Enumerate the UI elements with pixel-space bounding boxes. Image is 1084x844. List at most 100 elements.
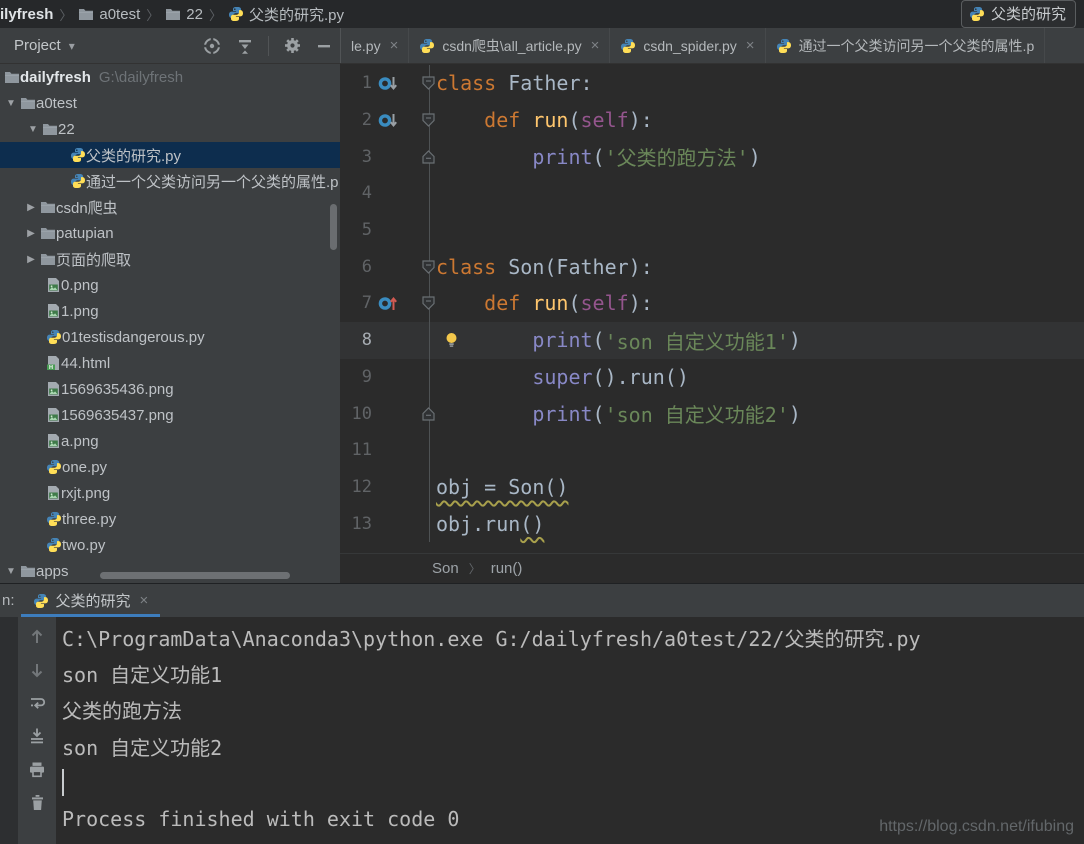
tree-item[interactable]: a.png [0, 428, 340, 454]
tree-item[interactable]: ▶ patupian [0, 220, 340, 246]
tree-item[interactable]: three.py [0, 506, 340, 532]
code-line[interactable]: 11 [340, 431, 1084, 469]
up-arrow-icon[interactable] [27, 627, 47, 647]
clear-icon[interactable] [27, 792, 47, 812]
line-number[interactable]: 6 [340, 257, 378, 277]
project-tool-window-header[interactable]: Project ▾ [0, 28, 340, 63]
tree-item[interactable]: H 44.html [0, 350, 340, 376]
code-line[interactable]: 6 class Son(Father): [340, 248, 1084, 286]
editor-tab[interactable]: csdn爬虫\all_article.py × [409, 28, 611, 63]
code-line[interactable]: 3 print('父类的跑方法') [340, 138, 1084, 176]
line-number[interactable]: 11 [340, 440, 378, 460]
line-number[interactable]: 5 [340, 220, 378, 240]
code-line[interactable]: 5 [340, 211, 1084, 249]
code-area[interactable]: 1 class Father: 2 def run(self): 3 print('父… [340, 64, 1084, 553]
intention-bulb-icon[interactable] [444, 332, 459, 349]
code-text[interactable]: print('son 自定义功能2') [430, 395, 1084, 432]
breadcrumb-item[interactable]: 22 [165, 6, 203, 23]
code-line[interactable]: 7 def run(self): [340, 285, 1084, 322]
console-output[interactable]: C:\ProgramData\Anaconda3\python.exe G:/d… [56, 617, 1084, 844]
code-text[interactable]: class Father: [430, 65, 1084, 102]
code-line[interactable]: 1 class Father: [340, 65, 1084, 102]
code-text[interactable]: obj = Son() [430, 469, 1084, 506]
tree-vertical-scrollbar[interactable] [330, 204, 337, 250]
tree-item[interactable]: ▼ apps [0, 558, 340, 583]
tree-item[interactable]: ▼ a0test [0, 90, 340, 116]
line-number[interactable]: 12 [340, 477, 378, 497]
code-line[interactable]: 8 print('son 自定义功能1') [340, 321, 1084, 359]
code-line[interactable]: 2 def run(self): [340, 101, 1084, 139]
locate-icon[interactable] [202, 36, 222, 56]
editor-tab[interactable]: le.py × [341, 28, 410, 63]
chevron-expanded-icon[interactable]: ▼ [2, 98, 20, 109]
code-line[interactable]: 12 obj = Son() [340, 468, 1084, 506]
code-text[interactable]: class Son(Father): [430, 248, 1084, 285]
soft-wrap-icon[interactable] [27, 693, 47, 713]
editor-tab[interactable]: 通过一个父类访问另一个父类的属性.p [766, 28, 1046, 63]
line-number[interactable]: 13 [340, 514, 378, 534]
gear-icon[interactable] [283, 36, 302, 55]
code-text[interactable]: obj.run() [430, 505, 1084, 542]
chevron-down-icon[interactable]: ▾ [69, 39, 75, 53]
breadcrumb-item[interactable]: a0test [78, 6, 140, 23]
chevron-collapsed-icon[interactable]: ▶ [22, 202, 40, 213]
tree-item[interactable]: 通过一个父类访问另一个父类的属性.p [0, 168, 340, 194]
print-icon[interactable] [27, 759, 47, 779]
code-text[interactable]: print('父类的跑方法') [430, 138, 1084, 175]
code-text[interactable]: print('son 自定义功能1') [430, 322, 1084, 359]
line-number[interactable]: 8 [340, 330, 378, 350]
tree-item[interactable]: rxjt.png [0, 480, 340, 506]
code-text[interactable]: def run(self): [430, 102, 1084, 139]
breadcrumb-item[interactable]: ilyfresh [0, 6, 53, 23]
tree-item[interactable]: 01testisdangerous.py [0, 324, 340, 350]
tree-item[interactable]: 1569635436.png [0, 376, 340, 402]
chevron-expanded-icon[interactable]: ▼ [2, 566, 20, 577]
code-line[interactable]: 9 super ().run() [340, 358, 1084, 396]
code-line[interactable]: 4 [340, 175, 1084, 212]
close-icon[interactable]: × [140, 592, 149, 609]
close-icon[interactable]: × [591, 37, 600, 54]
breadcrumb-item[interactable]: 父类的研究.py [228, 4, 344, 25]
code-text[interactable]: super ().run() [430, 359, 1084, 396]
chevron-collapsed-icon[interactable]: ▶ [22, 228, 40, 239]
code-line[interactable]: 13 obj.run() [340, 505, 1084, 542]
overridden-method-icon[interactable] [378, 75, 400, 92]
run-tab[interactable]: 父类的研究 × [20, 584, 161, 617]
code-text[interactable] [430, 212, 1084, 249]
tree-item[interactable]: two.py [0, 532, 340, 558]
line-number[interactable]: 7 [340, 293, 378, 313]
overriding-method-icon[interactable] [378, 295, 400, 312]
tree-item[interactable]: 1.png [0, 298, 340, 324]
code-line[interactable]: 10 print('son 自定义功能2') [340, 395, 1084, 432]
line-number[interactable]: 9 [340, 367, 378, 387]
tree-item[interactable]: ▶ 页面的爬取 [0, 246, 340, 272]
chevron-expanded-icon[interactable]: ▼ [24, 124, 42, 135]
collapse-all-icon[interactable] [236, 37, 254, 55]
code-text[interactable]: def run(self): [430, 285, 1084, 322]
breadcrumb-item[interactable]: Son [432, 560, 459, 577]
line-number[interactable]: 4 [340, 183, 378, 203]
tree-item[interactable]: 父类的研究.py [0, 142, 340, 168]
line-number[interactable]: 2 [340, 110, 378, 130]
scroll-to-end-icon[interactable] [27, 726, 47, 746]
tree-item[interactable]: 0.png [0, 272, 340, 298]
code-text[interactable] [430, 432, 1084, 469]
tree-item[interactable]: dailyfresh G:\dailyfresh [0, 64, 340, 90]
tree-item[interactable]: one.py [0, 454, 340, 480]
down-arrow-icon[interactable] [27, 660, 47, 680]
close-icon[interactable]: × [746, 37, 755, 54]
breadcrumb-item[interactable]: run() [491, 560, 523, 577]
tree-item[interactable]: ▶ csdn爬虫 [0, 194, 340, 220]
run-configuration-selector[interactable]: 父类的研究 [960, 0, 1076, 28]
chevron-collapsed-icon[interactable]: ▶ [22, 254, 40, 265]
editor-tab[interactable]: csdn_spider.py × [610, 28, 766, 63]
tree-horizontal-scrollbar[interactable] [100, 572, 290, 579]
line-number[interactable]: 3 [340, 147, 378, 167]
hide-icon[interactable] [316, 38, 332, 54]
close-icon[interactable]: × [390, 37, 399, 54]
line-number[interactable]: 1 [340, 73, 378, 93]
line-number[interactable]: 10 [340, 404, 378, 424]
overridden-method-icon[interactable] [378, 112, 400, 129]
tree-item[interactable]: 1569635437.png [0, 402, 340, 428]
code-text[interactable] [430, 175, 1084, 212]
